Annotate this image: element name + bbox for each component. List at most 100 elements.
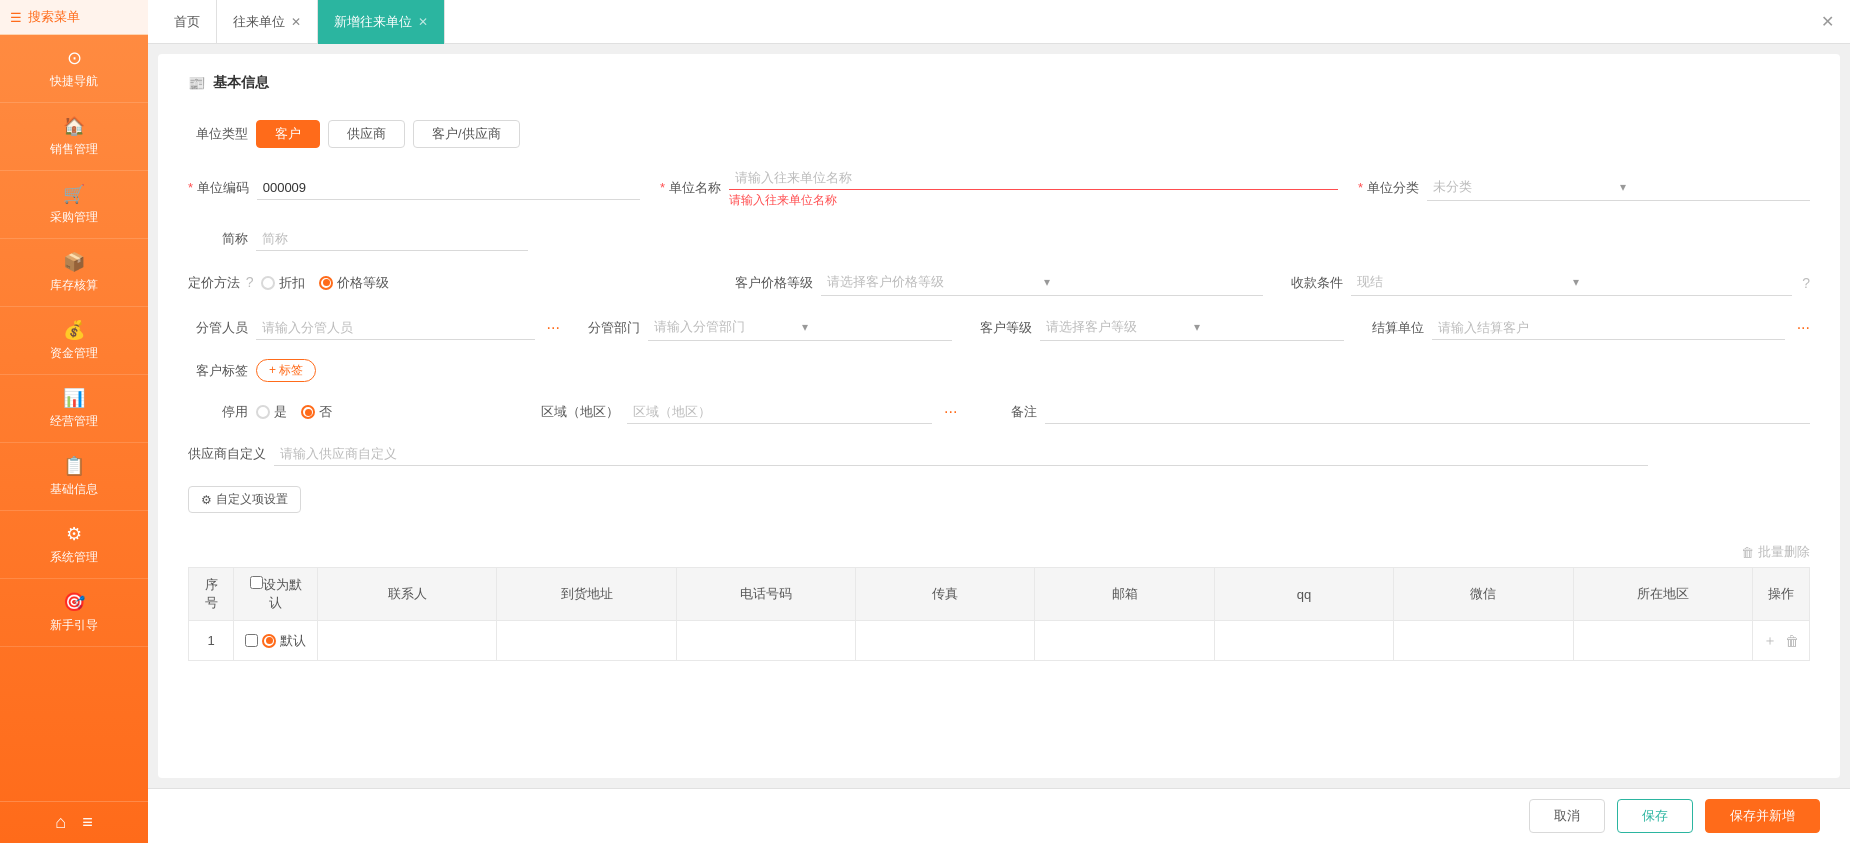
sales-icon: 🏠: [63, 115, 85, 137]
row-default-circle: [262, 634, 276, 648]
custom-settings-button[interactable]: ⚙ 自定义项设置: [188, 486, 301, 513]
customer-level-select[interactable]: 请选择客户等级 ▾: [1040, 314, 1344, 341]
customer-price-level-group: 客户价格等级 请选择客户价格等级 ▾: [735, 269, 1262, 296]
unit-name-input[interactable]: [729, 166, 1338, 190]
radio-price-level-circle: [319, 276, 333, 290]
supplier-custom-label: 供应商自定义: [188, 445, 266, 463]
home-icon[interactable]: ⌂: [55, 812, 66, 833]
bars-icon[interactable]: ≡: [82, 812, 93, 833]
row-address[interactable]: [497, 621, 676, 661]
remark-label: 备注: [977, 403, 1037, 421]
row-actions: ＋ 🗑: [1752, 621, 1809, 661]
settlement-unit-input[interactable]: [1432, 316, 1785, 340]
short-name-input[interactable]: [256, 227, 528, 251]
unit-code-input[interactable]: [257, 176, 640, 200]
row-phone[interactable]: [676, 621, 855, 661]
department-select[interactable]: 请输入分管部门 ▾: [648, 314, 952, 341]
row-default-label: 默认: [280, 632, 306, 650]
disabled-group: 停用 是 否: [188, 403, 521, 421]
cancel-button[interactable]: 取消: [1529, 799, 1605, 833]
sidebar-item-operations[interactable]: 📊 经营管理: [0, 375, 148, 443]
row-default-radio[interactable]: 默认: [262, 632, 306, 650]
unit-code-label: * 单位编码: [188, 179, 249, 197]
finance-icon: 💰: [63, 319, 85, 341]
radio-no[interactable]: 否: [301, 403, 332, 421]
department-placeholder: 请输入分管部门: [654, 318, 798, 336]
save-add-button[interactable]: 保存并新增: [1705, 799, 1820, 833]
search-menu[interactable]: ☰ 搜索菜单: [0, 0, 148, 35]
unit-code-group: * 单位编码: [188, 176, 640, 200]
sidebar-item-sales[interactable]: 🏠 销售管理: [0, 103, 148, 171]
row-qq[interactable]: [1214, 621, 1394, 661]
sidebar-bottom: ⌂ ≡: [0, 801, 148, 843]
manager-more-icon[interactable]: ···: [547, 319, 560, 337]
row-contact[interactable]: [318, 621, 497, 661]
short-name-group: 简称: [188, 227, 528, 251]
tab-home-label: 首页: [174, 13, 200, 31]
unit-type-supplier[interactable]: 供应商: [328, 120, 405, 148]
section-title-text: 基本信息: [213, 74, 269, 92]
page-content: 📰 基本信息 单位类型 客户 供应商 客户/供应商 * 单: [158, 54, 1840, 778]
tab-add-partner-close[interactable]: ✕: [418, 15, 428, 29]
save-button[interactable]: 保存: [1617, 799, 1693, 833]
area-input[interactable]: [627, 400, 932, 424]
row-email[interactable]: [1035, 621, 1214, 661]
pricing-method-help-icon[interactable]: ?: [246, 274, 254, 290]
area-group: 区域（地区） ···: [541, 400, 957, 424]
sidebar-item-basics[interactable]: 📋 基础信息: [0, 443, 148, 511]
row-area[interactable]: [1573, 621, 1752, 661]
add-row-icon[interactable]: ＋: [1763, 632, 1777, 650]
delete-row-icon[interactable]: 🗑: [1785, 633, 1799, 649]
manager-input[interactable]: [256, 316, 535, 340]
remark-input[interactable]: [1045, 400, 1810, 424]
tab-partner-list[interactable]: 往来单位 ✕: [217, 0, 318, 44]
unit-type-both[interactable]: 客户/供应商: [413, 120, 520, 148]
custom-settings-area: ⚙ 自定义项设置: [188, 486, 1810, 513]
row-checkbox[interactable]: [245, 634, 258, 647]
row-default-cell: 默认: [234, 621, 318, 661]
payment-terms-select[interactable]: 现结 ▾: [1351, 269, 1793, 296]
row-default-dot: [266, 637, 273, 644]
add-tag-button[interactable]: + 标签: [256, 359, 316, 382]
radio-price-level[interactable]: 价格等级: [319, 274, 389, 292]
sidebar-item-label: 采购管理: [50, 209, 98, 226]
batch-delete-button[interactable]: 🗑 批量删除: [1741, 543, 1810, 561]
supplier-custom-group: 供应商自定义: [188, 442, 1648, 466]
tab-home[interactable]: 首页: [158, 0, 217, 44]
select-all-checkbox[interactable]: [250, 576, 263, 589]
close-all-tabs[interactable]: ✕: [1821, 12, 1834, 31]
sidebar-item-label: 经营管理: [50, 413, 98, 430]
sidebar-item-guide[interactable]: 🎯 新手引导: [0, 579, 148, 647]
settlement-more-icon[interactable]: ···: [1797, 319, 1810, 337]
customer-price-level-select[interactable]: 请选择客户价格等级 ▾: [821, 269, 1262, 296]
disabled-area-row: 停用 是 否 区: [188, 400, 1810, 424]
tab-partner-list-close[interactable]: ✕: [291, 15, 301, 29]
supplier-custom-input[interactable]: [274, 442, 1648, 466]
radio-discount[interactable]: 折扣: [261, 274, 305, 292]
customer-level-placeholder: 请选择客户等级: [1046, 318, 1190, 336]
unit-type-customer[interactable]: 客户: [256, 120, 320, 148]
radio-yes[interactable]: 是: [256, 403, 287, 421]
sidebar-item-quick-nav[interactable]: ⊙ 快捷导航: [0, 35, 148, 103]
sidebar-item-finance[interactable]: 💰 资金管理: [0, 307, 148, 375]
area-label: 区域（地区）: [541, 403, 619, 421]
payment-terms-help-icon[interactable]: ?: [1802, 275, 1810, 291]
sidebar-item-purchase[interactable]: 🛒 采购管理: [0, 171, 148, 239]
row-wechat[interactable]: [1394, 621, 1573, 661]
section-title: 📰 基本信息: [188, 74, 1810, 92]
radio-discount-label: 折扣: [279, 274, 305, 292]
contact-table: 序号 设为默认 联系人 到货地址 电话号码 传真 邮箱 qq 微信 所在地区 操…: [188, 567, 1810, 661]
sidebar-item-label: 销售管理: [50, 141, 98, 158]
row-fax[interactable]: [856, 621, 1035, 661]
unit-category-select[interactable]: 未分类 ▾: [1427, 174, 1810, 201]
unit-name-error: 请输入往来单位名称: [729, 192, 1338, 209]
manager-label: 分管人员: [188, 319, 248, 337]
disabled-radio-group: 是 否: [256, 403, 332, 421]
tab-add-partner[interactable]: 新增往来单位 ✕: [318, 0, 445, 44]
sidebar-item-system[interactable]: ⚙ 系统管理: [0, 511, 148, 579]
settlement-unit-group: 结算单位 ···: [1364, 316, 1810, 340]
sidebar-item-inventory[interactable]: 📦 库存核算: [0, 239, 148, 307]
area-more-icon[interactable]: ···: [944, 403, 957, 421]
sidebar-item-label: 基础信息: [50, 481, 98, 498]
payment-terms-group: 收款条件 现结 ▾ ?: [1283, 269, 1810, 296]
